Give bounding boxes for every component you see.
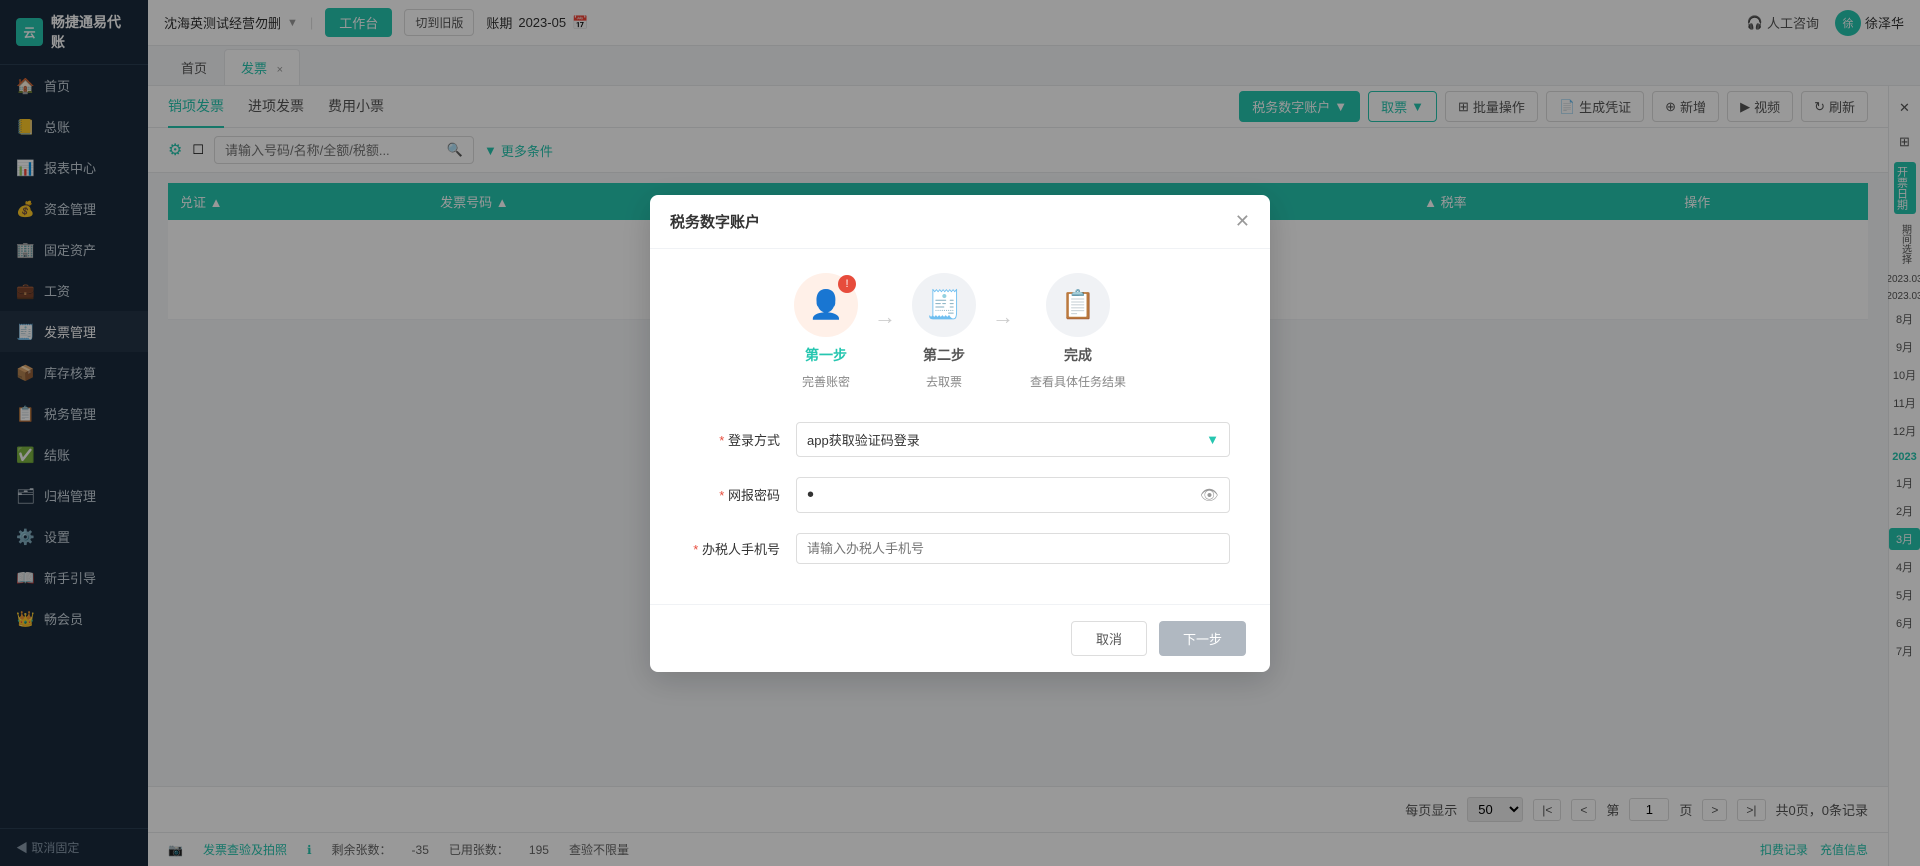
modal-body: 👤 ! 第一步 完善账密 → 🧾 第二步 去取票 →: [650, 249, 1270, 604]
login-method-row: * 登录方式 app获取验证码登录 ▼: [690, 422, 1230, 457]
step-2-icon-wrap: 🧾: [912, 273, 976, 337]
phone-field[interactable]: [796, 533, 1230, 564]
password-field[interactable]: • 👁: [796, 477, 1230, 513]
modal-close-button[interactable]: ✕: [1235, 212, 1250, 230]
modal-header: 税务数字账户 ✕: [650, 195, 1270, 249]
login-method-label: * 登录方式: [690, 430, 780, 449]
steps-row: 👤 ! 第一步 完善账密 → 🧾 第二步 去取票 →: [690, 273, 1230, 390]
step-3-label: 完成: [1064, 345, 1092, 365]
step-3: 📋 完成 查看具体任务结果: [1030, 273, 1126, 390]
step-3-icon-wrap: 📋: [1046, 273, 1110, 337]
step-2-icon: 🧾: [927, 288, 962, 321]
phone-required-star: *: [693, 542, 698, 557]
password-dot: •: [807, 485, 816, 505]
login-method-value: app获取验证码登录: [807, 430, 920, 449]
password-row: * 网报密码 • 👁: [690, 477, 1230, 513]
select-chevron-icon: ▼: [1206, 432, 1219, 447]
modal-footer: 取消 下一步: [650, 604, 1270, 672]
step-1-icon-wrap: 👤 !: [794, 273, 858, 337]
step-2-sub: 去取票: [926, 373, 962, 390]
step-3-icon: 📋: [1061, 288, 1096, 321]
step-1-sub: 完善账密: [802, 373, 850, 390]
eye-icon[interactable]: 👁: [1200, 486, 1219, 504]
step-1-label: 第一步: [805, 345, 847, 365]
modal-overlay: 税务数字账户 ✕ 👤 ! 第一步 完善账密 →: [0, 0, 1920, 866]
step-1-icon: 👤: [809, 288, 844, 321]
password-label: * 网报密码: [690, 485, 780, 504]
step-arrow-2: →: [992, 304, 1014, 358]
modal-title: 税务数字账户: [670, 211, 760, 232]
password-required-star: *: [719, 488, 724, 503]
phone-input[interactable]: [807, 541, 1219, 556]
login-method-select[interactable]: app获取验证码登录 ▼: [796, 422, 1230, 457]
phone-row: * 办税人手机号: [690, 533, 1230, 564]
cancel-button[interactable]: 取消: [1071, 621, 1147, 656]
step-2: 🧾 第二步 去取票: [912, 273, 976, 390]
step-1-badge: !: [838, 275, 856, 293]
next-step-button[interactable]: 下一步: [1159, 621, 1246, 656]
required-star: *: [719, 433, 724, 448]
tax-account-modal: 税务数字账户 ✕ 👤 ! 第一步 完善账密 →: [650, 195, 1270, 672]
step-2-label: 第二步: [923, 345, 965, 365]
step-3-sub: 查看具体任务结果: [1030, 373, 1126, 390]
phone-label: * 办税人手机号: [690, 539, 780, 558]
step-1: 👤 ! 第一步 完善账密: [794, 273, 858, 390]
step-arrow-1: →: [874, 304, 896, 358]
